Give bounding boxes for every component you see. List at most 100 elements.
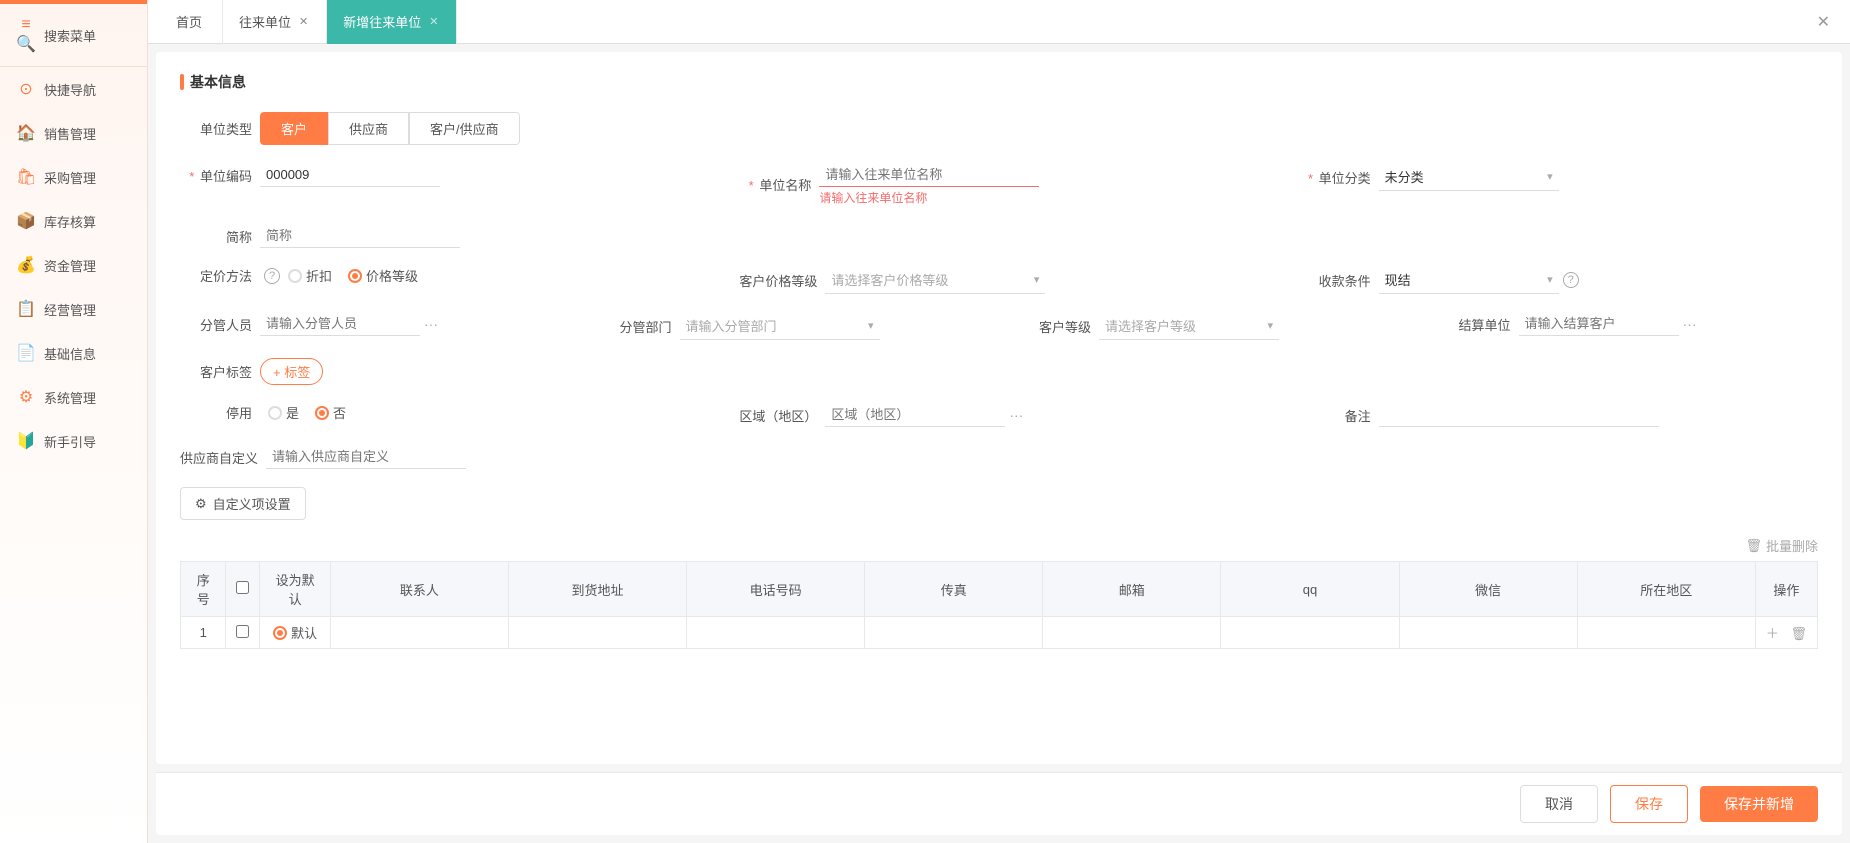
sidebar-item-guide-label: 新手引导 xyxy=(44,432,96,451)
region-field: 区域（地区） ··· xyxy=(739,403,1258,427)
sidebar-item-basic-info[interactable]: 📄 基础信息 xyxy=(0,331,147,375)
row-default-radio-item[interactable]: 默认 xyxy=(270,623,319,642)
row-default-radio xyxy=(273,626,287,640)
pricing-level-option[interactable]: 价格等级 xyxy=(348,266,418,285)
disabled-field: 停用 是 否 xyxy=(180,403,699,422)
main-area: 首页 往来单位 ✕ 新增往来单位 ✕ ✕ 基本信息 单位类型 客户 供应商 客户… xyxy=(148,0,1850,843)
payment-terms-arrow: ▾ xyxy=(1547,273,1553,286)
customer-level-select[interactable]: 请选择客户等级 ▾ xyxy=(1099,312,1279,340)
region-input[interactable] xyxy=(825,403,1005,427)
sidebar-item-purchase[interactable]: 🛍 采购管理 xyxy=(0,155,147,199)
row-region-input[interactable] xyxy=(1588,625,1745,640)
col-default: 设为默认 xyxy=(260,562,330,617)
sidebar-item-inventory[interactable]: 📦 库存核算 xyxy=(0,199,147,243)
row-contact-input[interactable] xyxy=(341,625,498,640)
sidebar-item-finance[interactable]: 💰 资金管理 xyxy=(0,243,147,287)
customer-price-level-select[interactable]: 请选择客户价格等级 ▾ xyxy=(825,266,1045,294)
row-wechat-input[interactable] xyxy=(1410,625,1567,640)
pricing-radio-group: 折扣 价格等级 xyxy=(288,266,418,285)
pricing-method-field: 定价方法 ? 折扣 价格等级 xyxy=(180,266,699,285)
unit-type-customer-btn[interactable]: 客户 xyxy=(260,112,328,145)
sidebar-item-quick-nav[interactable]: ⊙ 快捷导航 xyxy=(0,67,147,111)
tab-add-partner-close[interactable]: ✕ xyxy=(427,15,440,28)
sidebar-item-operations[interactable]: 📋 经营管理 xyxy=(0,287,147,331)
pricing-discount-radio xyxy=(288,269,302,283)
unit-category-field: * 单位分类 未分类 ▾ xyxy=(1299,163,1818,191)
save-new-button[interactable]: 保存并新增 xyxy=(1700,786,1818,822)
col-contact: 联系人 xyxy=(330,562,508,617)
row-fax-cell[interactable] xyxy=(865,617,1043,649)
cancel-button[interactable]: 取消 xyxy=(1520,785,1598,823)
col-fax: 传真 xyxy=(865,562,1043,617)
manager-input[interactable] xyxy=(260,312,420,336)
row-checkbox[interactable] xyxy=(236,625,249,638)
payment-terms-field: 收款条件 现结 ▾ ? xyxy=(1299,266,1818,294)
row-phone-cell[interactable] xyxy=(687,617,865,649)
row-phone-input[interactable] xyxy=(697,625,854,640)
unit-type-row: 单位类型 客户 供应商 客户/供应商 xyxy=(180,112,1818,145)
sidebar-item-guide[interactable]: 🔰 新手引导 xyxy=(0,419,147,463)
tab-home[interactable]: 首页 xyxy=(156,0,223,44)
row-delete-btn[interactable]: 🗑 xyxy=(1790,626,1807,641)
save-button[interactable]: 保存 xyxy=(1610,785,1688,823)
unit-code-field: * 单位编码 xyxy=(180,163,699,187)
short-name-row: 简称 xyxy=(180,224,1818,248)
doc-icon: 📄 xyxy=(16,343,36,363)
unit-code-input[interactable] xyxy=(260,163,440,187)
batch-delete-label[interactable]: 批量删除 xyxy=(1766,536,1818,555)
custom-settings-button[interactable]: ⚙ 自定义项设置 xyxy=(180,487,306,520)
row-add-btn[interactable]: ＋ xyxy=(1766,626,1779,641)
col-index: 序号 xyxy=(181,562,226,617)
manager-more-btn[interactable]: ··· xyxy=(420,316,442,332)
row-email-input[interactable] xyxy=(1053,625,1210,640)
row-qq-cell[interactable] xyxy=(1221,617,1399,649)
row-email-cell[interactable] xyxy=(1043,617,1221,649)
add-tag-label: + 标签 xyxy=(273,362,310,381)
customer-level-field: 客户等级 请选择客户等级 ▾ xyxy=(1019,312,1399,340)
trash-icon: 🗑 xyxy=(1745,538,1762,554)
pricing-discount-option[interactable]: 折扣 xyxy=(288,266,332,285)
region-more-btn[interactable]: ··· xyxy=(1005,407,1027,423)
settlement-more-btn[interactable]: ··· xyxy=(1679,316,1701,332)
select-all-checkbox[interactable] xyxy=(236,581,249,594)
unit-type-both-btn[interactable]: 客户/供应商 xyxy=(409,112,520,145)
row-address-input[interactable] xyxy=(519,625,676,640)
row-fax-input[interactable] xyxy=(875,625,1032,640)
pricing-level-radio xyxy=(348,269,362,283)
row-qq-input[interactable] xyxy=(1231,625,1388,640)
sidebar: ≡🔍 搜索菜单 ⊙ 快捷导航 🏠 销售管理 🛍 采购管理 📦 库存核算 💰 资金… xyxy=(0,0,148,843)
tab-partner-list-close[interactable]: ✕ xyxy=(297,15,310,28)
sidebar-item-system[interactable]: ⚙ 系统管理 xyxy=(0,375,147,419)
payment-help-icon[interactable]: ? xyxy=(1563,272,1579,288)
form-content: 基本信息 单位类型 客户 供应商 客户/供应商 * 单位编码 xyxy=(156,52,1842,764)
sidebar-item-search[interactable]: ≡🔍 搜索菜单 xyxy=(0,4,147,67)
tabbar-close-button[interactable]: ✕ xyxy=(1805,12,1842,32)
remark-input[interactable] xyxy=(1379,403,1659,427)
unit-name-input[interactable] xyxy=(819,163,1039,187)
tab-add-partner[interactable]: 新增往来单位 ✕ xyxy=(327,0,457,44)
row-contact-cell[interactable] xyxy=(330,617,508,649)
unit-category-select[interactable]: 未分类 ▾ xyxy=(1379,163,1559,191)
unit-type-group: 客户 供应商 客户/供应商 xyxy=(260,112,520,145)
supplier-custom-input[interactable] xyxy=(266,445,466,469)
add-tag-button[interactable]: + 标签 xyxy=(260,358,323,385)
settlement-unit-input[interactable] xyxy=(1519,312,1679,336)
col-wechat: 微信 xyxy=(1399,562,1577,617)
department-select[interactable]: 请输入分管部门 ▾ xyxy=(680,312,880,340)
disabled-yes-option[interactable]: 是 xyxy=(268,403,299,422)
unit-type-supplier-btn[interactable]: 供应商 xyxy=(328,112,409,145)
sidebar-item-sales[interactable]: 🏠 销售管理 xyxy=(0,111,147,155)
pricing-help-icon[interactable]: ? xyxy=(264,268,280,284)
disabled-no-option[interactable]: 否 xyxy=(315,403,346,422)
sidebar-item-sales-label: 销售管理 xyxy=(44,124,96,143)
short-name-input[interactable] xyxy=(260,224,460,248)
row-address-cell[interactable] xyxy=(508,617,686,649)
sidebar-item-operations-label: 经营管理 xyxy=(44,300,96,319)
row-wechat-cell[interactable] xyxy=(1399,617,1577,649)
short-name-field: 简称 xyxy=(180,224,1818,248)
row-region-cell[interactable] xyxy=(1577,617,1755,649)
payment-terms-select[interactable]: 现结 ▾ xyxy=(1379,266,1559,294)
supplier-custom-label: 供应商自定义 xyxy=(180,448,266,467)
col-region: 所在地区 xyxy=(1577,562,1755,617)
tab-partner-list[interactable]: 往来单位 ✕ xyxy=(223,0,327,44)
